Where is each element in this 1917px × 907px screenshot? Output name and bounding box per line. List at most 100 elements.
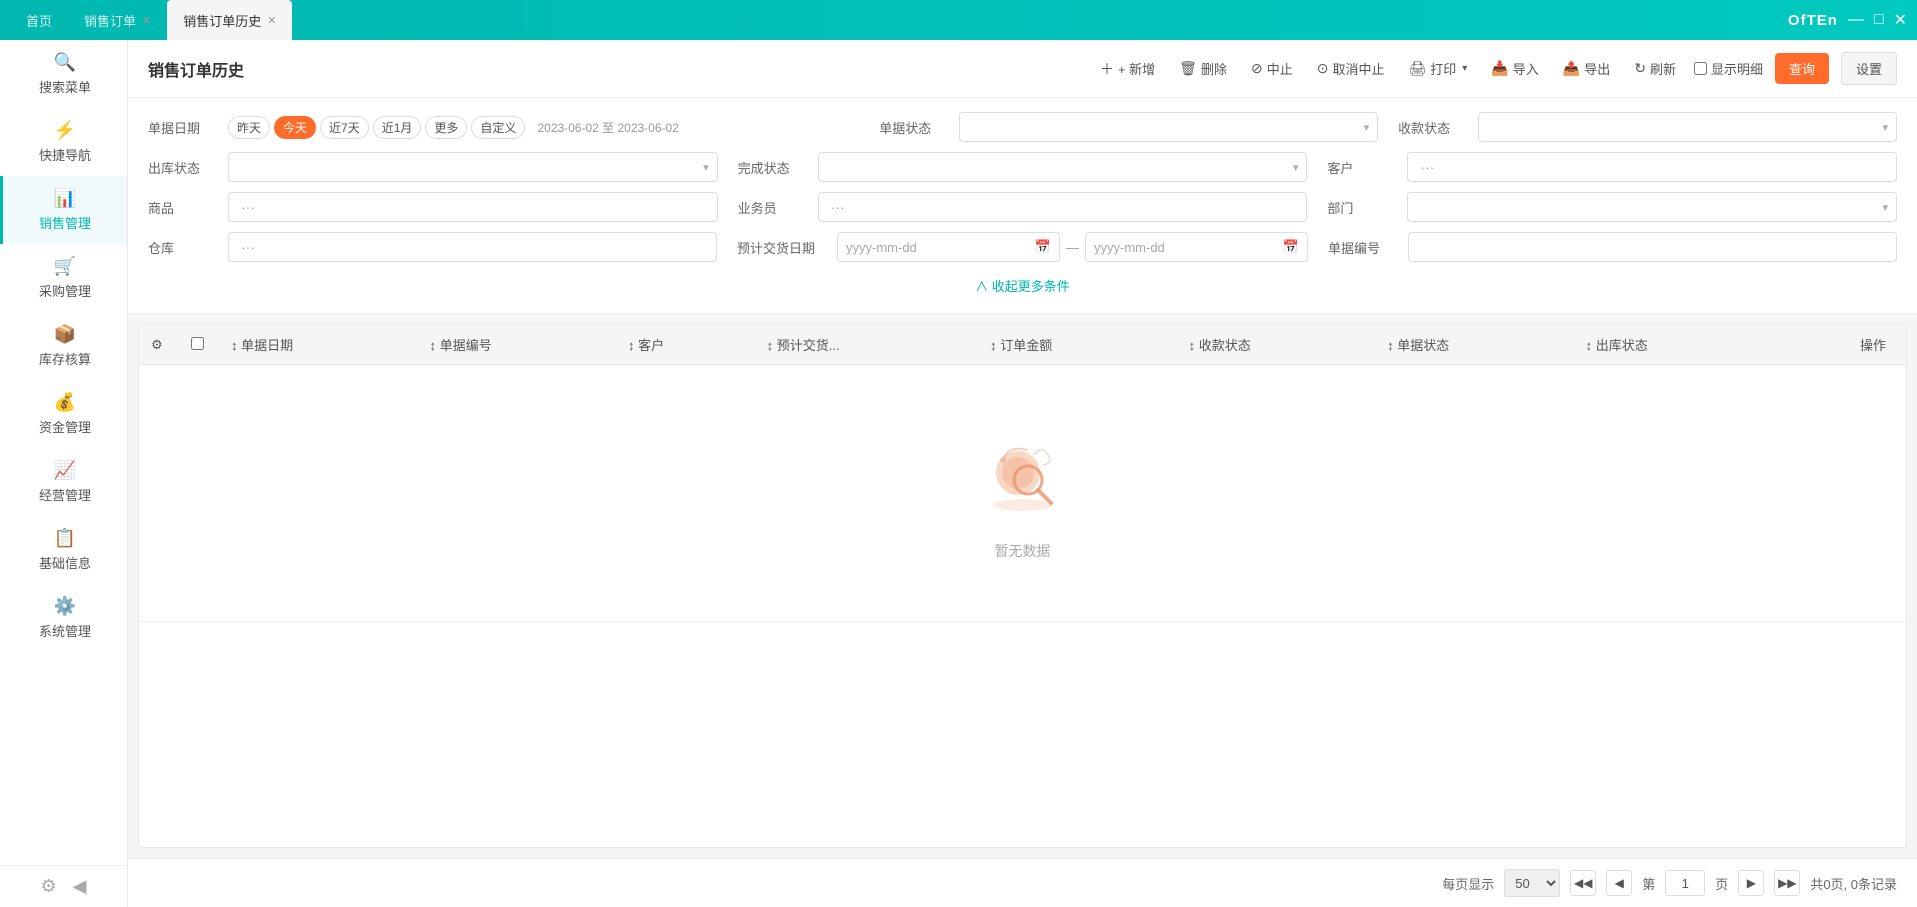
table-body: 暂无数据 bbox=[139, 365, 1906, 622]
first-page-btn[interactable]: ◀◀ bbox=[1570, 870, 1596, 896]
export-btn[interactable]: 📤 导出 bbox=[1557, 55, 1616, 82]
sidebar-bottom: ⚙ ◀ bbox=[0, 865, 127, 907]
warehouse-input[interactable]: ··· bbox=[228, 232, 717, 262]
next-page-btn[interactable]: ▶ bbox=[1738, 870, 1764, 896]
empty-text: 暂无数据 bbox=[995, 541, 1051, 561]
top-bar: 首页 销售订单 ✕ 销售订单历史 ✕ OfTEn — □ ✕ bbox=[0, 0, 1917, 40]
select-all-checkbox[interactable] bbox=[191, 337, 204, 350]
expected-date-from[interactable]: yyyy-mm-dd 📅 bbox=[837, 232, 1060, 262]
show-details-input[interactable] bbox=[1694, 62, 1707, 75]
tab-sales-order-history-close[interactable]: ✕ bbox=[267, 14, 276, 27]
th-bill-number[interactable]: ↕ 单据编号 bbox=[418, 325, 617, 365]
collapse-btn[interactable]: ∧ 收起更多条件 bbox=[148, 272, 1897, 299]
dept-arrow-icon: ▾ bbox=[1882, 201, 1888, 214]
salesperson-input[interactable]: ··· bbox=[818, 192, 1308, 222]
sidebar-item-operation-mgmt[interactable]: 📈 经营管理 bbox=[0, 448, 127, 516]
date-btn-yesterday[interactable]: 昨天 bbox=[228, 116, 270, 139]
sidebar-settings-icon[interactable]: ⚙ bbox=[41, 876, 57, 897]
search-menu-icon: 🔍 bbox=[54, 52, 76, 73]
query-btn[interactable]: 查询 bbox=[1775, 53, 1829, 84]
window-max-btn[interactable]: □ bbox=[1874, 11, 1884, 29]
outbound-status-select[interactable]: ▾ bbox=[228, 152, 718, 182]
completion-status-select[interactable]: ▾ bbox=[818, 152, 1308, 182]
content-area: 销售订单历史 ＋ + 新增 🗑 删除 ⊘ 中止 ⊙ 取消中止 bbox=[128, 40, 1917, 907]
completion-status-label: 完成状态 bbox=[738, 158, 818, 177]
completion-status-arrow-icon: ▾ bbox=[1293, 161, 1299, 174]
per-page-label: 每页显示 bbox=[1442, 874, 1494, 893]
data-table: ⚙ ↕ 单据日期 ↕ 单据编号 ↕ 客户 bbox=[139, 325, 1906, 622]
table-header: ⚙ ↕ 单据日期 ↕ 单据编号 ↕ 客户 bbox=[139, 325, 1906, 365]
th-settings[interactable]: ⚙ bbox=[139, 325, 179, 365]
settings-btn[interactable]: 设置 bbox=[1841, 52, 1897, 85]
outbound-status-arrow-icon: ▾ bbox=[703, 161, 709, 174]
th-bill-status[interactable]: ↕ 单据状态 bbox=[1375, 325, 1574, 365]
date-dash: — bbox=[1066, 240, 1079, 255]
new-btn[interactable]: ＋ + 新增 bbox=[1094, 55, 1161, 83]
sidebar-item-purchase-mgmt[interactable]: 🛒 采购管理 bbox=[0, 244, 127, 312]
sidebar-item-basic-info[interactable]: 📋 基础信息 bbox=[0, 516, 127, 584]
sales-mgmt-icon: 📊 bbox=[54, 188, 76, 209]
delete-btn[interactable]: 🗑 删除 bbox=[1173, 55, 1233, 82]
sidebar-item-finance-mgmt[interactable]: 💰 资金管理 bbox=[0, 380, 127, 448]
refresh-icon: ↻ bbox=[1634, 60, 1646, 77]
tab-sales-order[interactable]: 销售订单 ✕ bbox=[68, 0, 167, 40]
sidebar-item-search-menu[interactable]: 🔍 搜索菜单 bbox=[0, 40, 127, 108]
th-order-amount[interactable]: ↕ 订单金额 bbox=[978, 325, 1177, 365]
page-label: 第 bbox=[1642, 874, 1655, 893]
page-title: 销售订单历史 bbox=[148, 57, 244, 81]
payment-status-arrow-icon: ▾ bbox=[1882, 121, 1888, 134]
toolbar: ＋ + 新增 🗑 删除 ⊘ 中止 ⊙ 取消中止 🖨 打印 bbox=[1094, 52, 1897, 85]
cancel-stop-btn[interactable]: ⊙ 取消中止 bbox=[1311, 55, 1391, 82]
per-page-select[interactable]: 20 50 100 bbox=[1504, 869, 1560, 897]
filter-row-3: 商品 ··· 业务员 ··· 部门 ▾ bbox=[148, 192, 1897, 222]
page-number-input[interactable] bbox=[1665, 870, 1705, 896]
refresh-btn[interactable]: ↻ 刷新 bbox=[1628, 55, 1682, 82]
tab-sales-order-close[interactable]: ✕ bbox=[142, 14, 151, 27]
bill-number-label: 单据编号 bbox=[1328, 238, 1408, 257]
date-btn-custom[interactable]: 自定义 bbox=[471, 116, 525, 139]
date-btn-7days[interactable]: 近7天 bbox=[320, 116, 369, 139]
print-btn[interactable]: 🖨 打印 ▾ bbox=[1402, 55, 1473, 82]
sidebar-item-sales-mgmt[interactable]: 📊 销售管理 bbox=[0, 176, 127, 244]
delete-icon: 🗑 bbox=[1179, 60, 1197, 77]
filter-row-4: 仓库 ··· 预计交货日期 yyyy-mm-dd 📅 — yyyy-mm-dd … bbox=[148, 232, 1897, 262]
sidebar-item-quick-nav[interactable]: ⚡ 快捷导航 bbox=[0, 108, 127, 176]
date-btn-1month[interactable]: 近1月 bbox=[373, 116, 422, 139]
payment-status-select[interactable]: ▾ bbox=[1478, 112, 1897, 142]
tab-sales-order-history[interactable]: 销售订单历史 ✕ bbox=[167, 0, 292, 40]
th-expected-delivery[interactable]: ↕ 预计交货... bbox=[755, 325, 978, 365]
import-icon: 📥 bbox=[1491, 60, 1508, 77]
inventory-mgmt-icon: 📦 bbox=[54, 324, 76, 345]
date-btn-today[interactable]: 今天 bbox=[274, 116, 316, 139]
sidebar-item-inventory-mgmt[interactable]: 📦 库存核算 bbox=[0, 312, 127, 380]
customer-input[interactable]: ··· bbox=[1407, 152, 1897, 182]
th-bill-date[interactable]: ↕ 单据日期 bbox=[219, 325, 418, 365]
bill-status-select[interactable]: ▾ bbox=[959, 112, 1378, 142]
window-min-btn[interactable]: — bbox=[1848, 11, 1864, 29]
bill-number-input[interactable] bbox=[1408, 232, 1897, 262]
payment-status-label: 收款状态 bbox=[1398, 118, 1478, 137]
goods-input[interactable]: ··· bbox=[228, 192, 718, 222]
last-page-btn[interactable]: ▶▶ bbox=[1774, 870, 1800, 896]
th-payment-status[interactable]: ↕ 收款状态 bbox=[1177, 325, 1376, 365]
import-btn[interactable]: 📥 导入 bbox=[1485, 55, 1544, 82]
th-customer[interactable]: ↕ 客户 bbox=[616, 325, 755, 365]
basic-info-icon: 📋 bbox=[54, 528, 76, 549]
tab-home[interactable]: 首页 bbox=[10, 0, 68, 40]
sidebar-item-system-mgmt[interactable]: ⚙️ 系统管理 bbox=[0, 584, 127, 652]
date-btn-more[interactable]: 更多 bbox=[425, 116, 467, 139]
dept-select[interactable]: ▾ bbox=[1407, 192, 1897, 222]
date-range-text: 2023-06-02 至 2023-06-02 bbox=[537, 119, 678, 136]
window-close-btn[interactable]: ✕ bbox=[1894, 10, 1907, 30]
print-dropdown-icon: ▾ bbox=[1462, 63, 1467, 74]
window-controls: OfTEn — □ ✕ bbox=[1788, 10, 1907, 30]
warehouse-label: 仓库 bbox=[148, 238, 228, 257]
show-details-checkbox[interactable]: 显示明细 bbox=[1694, 59, 1763, 78]
th-outbound-status[interactable]: ↕ 出库状态 bbox=[1574, 325, 1773, 365]
stop-btn[interactable]: ⊘ 中止 bbox=[1245, 55, 1299, 82]
sidebar-collapse-icon[interactable]: ◀ bbox=[73, 876, 87, 897]
th-checkbox[interactable] bbox=[179, 325, 219, 365]
prev-page-btn[interactable]: ◀ bbox=[1606, 870, 1632, 896]
bill-status-label: 单据状态 bbox=[879, 118, 959, 137]
expected-date-to[interactable]: yyyy-mm-dd 📅 bbox=[1085, 232, 1308, 262]
